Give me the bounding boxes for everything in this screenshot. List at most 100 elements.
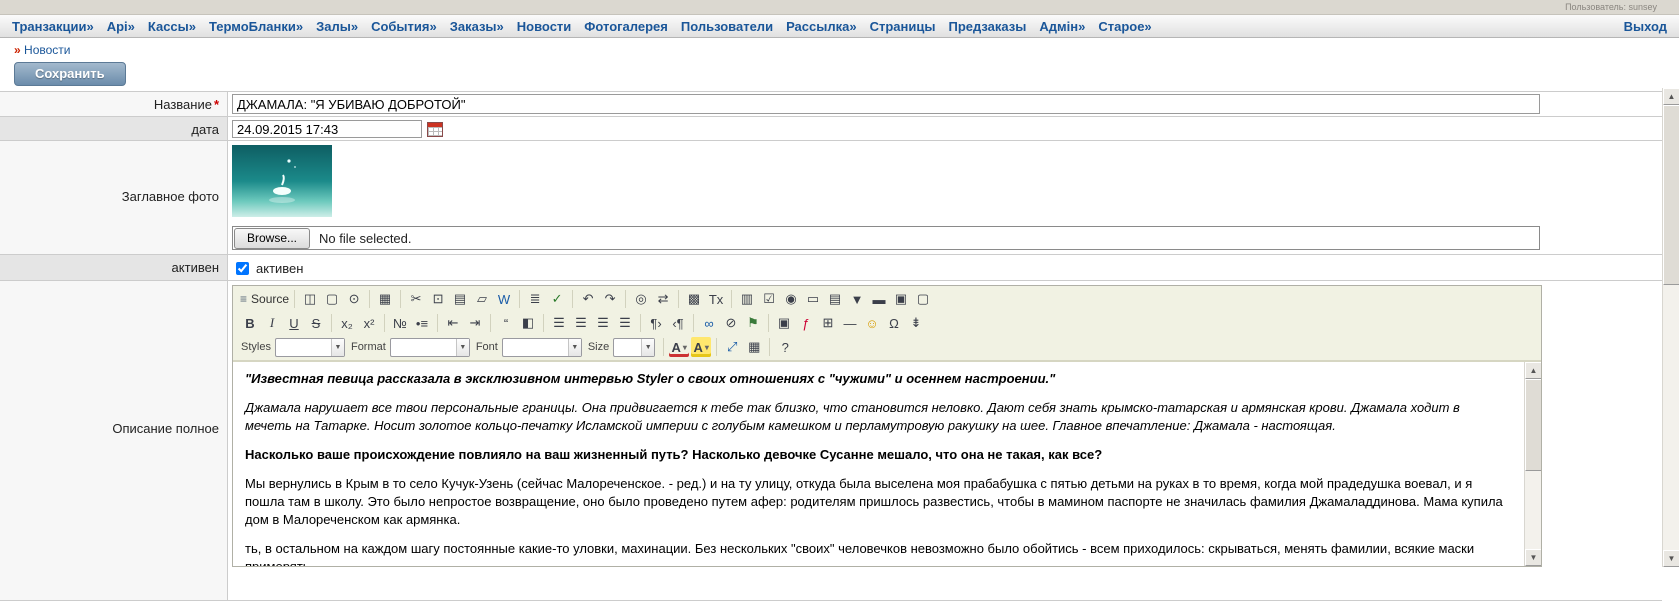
nav-mailing[interactable]: Рассылка» [786,19,857,34]
nav-orders[interactable]: Заказы» [450,19,504,34]
create-div-button[interactable]: ◧ [518,313,538,333]
nav-users[interactable]: Пользователи [681,19,773,34]
strike-button[interactable]: S [306,313,326,333]
redo-icon[interactable]: ↷ [600,289,620,309]
nav-old[interactable]: Старое» [1098,19,1151,34]
textarea-icon[interactable]: ▤ [825,289,845,309]
superscript-button[interactable]: x² [359,313,379,333]
remove-format-icon[interactable]: Tx [706,289,726,309]
nav-events[interactable]: События» [371,19,437,34]
spellcheck-icon[interactable]: ✓ [547,289,567,309]
styles-combo[interactable]: ▼ [274,337,345,357]
paste-text-icon[interactable]: ▱ [472,289,492,309]
paste-icon[interactable]: ▤ [450,289,470,309]
print-icon[interactable]: ≣ [525,289,545,309]
numbered-list-button[interactable]: № [390,313,410,333]
editor-scrollbar-thumb[interactable] [1525,379,1541,471]
nav-logout[interactable]: Выход [1624,19,1667,34]
align-right-button[interactable]: ☰ [593,313,613,333]
source-button[interactable]: ≡ Source [240,289,289,309]
unlink-button[interactable]: ⊘ [721,313,741,333]
date-input[interactable] [232,120,422,138]
select-field-icon[interactable]: ▼ [847,289,867,309]
nav-cashdesks[interactable]: Кассы» [148,19,196,34]
new-page-icon[interactable]: ▢ [322,289,342,309]
browse-button[interactable]: Browse... [234,227,311,249]
button-icon[interactable]: ▬ [869,289,889,309]
align-center-button[interactable]: ☰ [571,313,591,333]
paste-word-icon[interactable]: W [494,289,514,309]
editor-content[interactable]: "Известная певица рассказала в эксклюзив… [233,361,1541,566]
page-scrollbar[interactable]: ▲ ▼ [1662,88,1679,567]
radio-icon[interactable]: ◉ [781,289,801,309]
italic-button[interactable]: I [262,313,282,333]
maximize-button[interactable]: ⤢ [722,337,742,357]
special-char-icon[interactable]: Ω [884,313,904,333]
nav-halls[interactable]: Залы» [316,19,358,34]
checkbox-icon[interactable]: ☑ [759,289,779,309]
nav-api[interactable]: Api» [107,19,135,34]
subscript-button[interactable]: x₂ [337,313,357,333]
hidden-field-icon[interactable]: ▢ [913,289,933,309]
nav-pages[interactable]: Страницы [870,19,936,34]
find-icon[interactable]: ◎ [631,289,651,309]
editor-scrollbar[interactable]: ▲ ▼ [1524,362,1541,566]
page-scroll-up-icon[interactable]: ▲ [1663,88,1679,105]
calendar-icon[interactable] [427,121,443,137]
styles-combo-arrow-icon[interactable]: ▼ [330,338,344,356]
image-button-icon[interactable]: ▣ [891,289,911,309]
form-icon[interactable]: ▥ [737,289,757,309]
indent-button[interactable]: ⇥ [465,313,485,333]
blockquote-button[interactable]: “ [496,313,516,333]
size-combo[interactable]: ▼ [613,337,656,357]
font-combo-arrow-icon[interactable]: ▼ [567,338,581,356]
font-combo[interactable]: ▼ [501,337,582,357]
replace-icon[interactable]: ⇄ [653,289,673,309]
about-button[interactable]: ? [775,337,795,357]
outdent-button[interactable]: ⇤ [443,313,463,333]
nav-thermoblanks[interactable]: ТермоБланки» [209,19,303,34]
nav-preorders[interactable]: Предзаказы [948,19,1026,34]
page-scrollbar-thumb[interactable] [1663,105,1679,285]
text-color-button[interactable]: A [669,337,689,357]
nav-admin[interactable]: Адмін» [1039,19,1085,34]
bulleted-list-button[interactable]: •≡ [412,313,432,333]
page-scroll-down-icon[interactable]: ▼ [1663,550,1679,567]
active-checkbox[interactable] [236,262,249,275]
page-break-icon[interactable]: ⇟ [906,313,926,333]
bold-button[interactable]: B [240,313,260,333]
breadcrumb-news-link[interactable]: Новости [24,43,70,57]
templates-icon[interactable]: ▦ [375,289,395,309]
flash-icon[interactable]: ƒ [796,313,816,333]
underline-button[interactable]: U [284,313,304,333]
editor-scroll-down-icon[interactable]: ▼ [1525,549,1541,566]
undo-icon[interactable]: ↶ [578,289,598,309]
link-button[interactable]: ∞ [699,313,719,333]
align-justify-button[interactable]: ☰ [615,313,635,333]
preview-icon[interactable]: ⊙ [344,289,364,309]
text-field-icon[interactable]: ▭ [803,289,823,309]
bg-color-button[interactable]: A [691,337,712,357]
title-input[interactable] [232,94,1540,114]
smiley-icon[interactable]: ☺ [862,313,882,333]
editor-scroll-up-icon[interactable]: ▲ [1525,362,1541,379]
bidi-ltr-button[interactable]: ¶› [646,313,666,333]
bidi-rtl-button[interactable]: ‹¶ [668,313,688,333]
save-icon[interactable]: ◫ [300,289,320,309]
table-icon[interactable]: ⊞ [818,313,838,333]
format-combo[interactable]: ▼ [389,337,470,357]
format-combo-arrow-icon[interactable]: ▼ [455,338,469,356]
nav-news[interactable]: Новости [517,19,572,34]
copy-icon[interactable]: ⊡ [428,289,448,309]
nav-transactions[interactable]: Транзакции» [12,19,94,34]
nav-photogallery[interactable]: Фотогалерея [584,19,668,34]
show-blocks-button[interactable]: ▦ [744,337,764,357]
image-icon[interactable]: ▣ [774,313,794,333]
size-combo-arrow-icon[interactable]: ▼ [641,338,655,356]
cut-icon[interactable]: ✂ [406,289,426,309]
anchor-icon[interactable]: ⚑ [743,313,763,333]
horizontal-rule-icon[interactable]: — [840,313,860,333]
select-all-icon[interactable]: ▩ [684,289,704,309]
save-button[interactable]: Сохранить [14,62,126,86]
align-left-button[interactable]: ☰ [549,313,569,333]
